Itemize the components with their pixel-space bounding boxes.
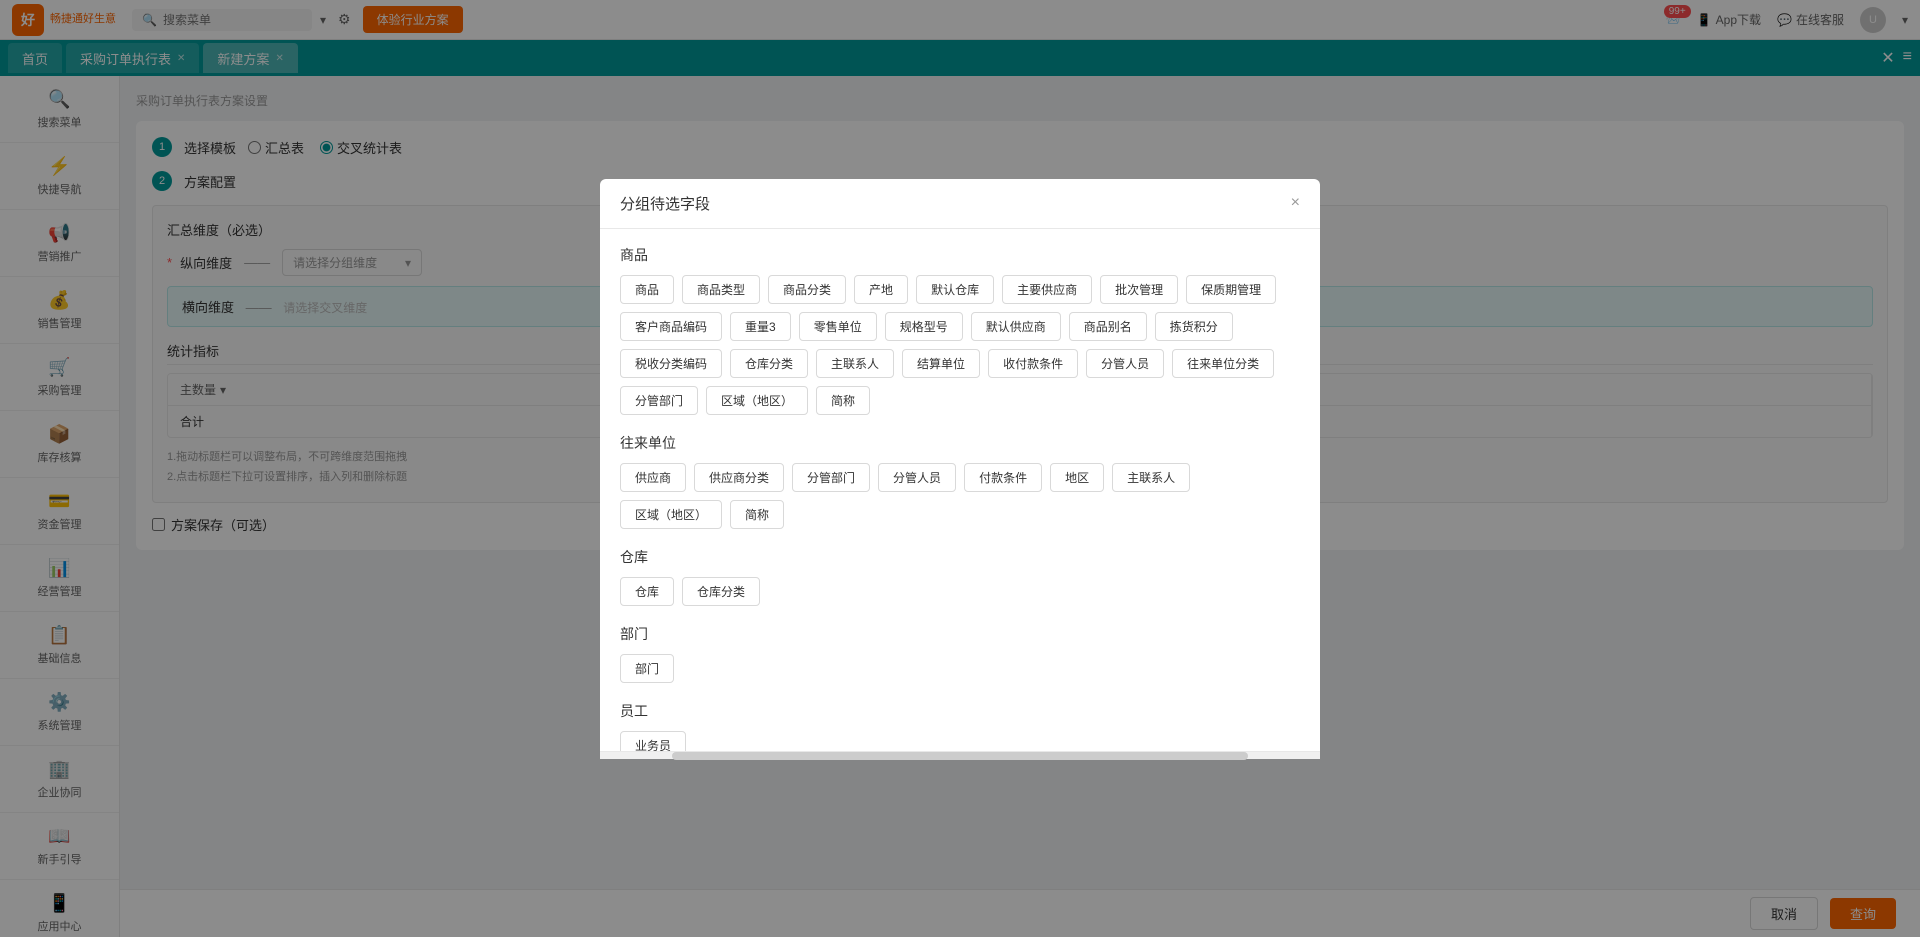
field-tag[interactable]: 供应商分类 xyxy=(694,463,784,492)
field-tag[interactable]: 商品类型 xyxy=(682,275,760,304)
field-tag[interactable]: 分管人员 xyxy=(878,463,956,492)
field-tag[interactable]: 商品别名 xyxy=(1069,312,1147,341)
field-tag[interactable]: 地区 xyxy=(1050,463,1104,492)
field-tag[interactable]: 默认供应商 xyxy=(971,312,1061,341)
field-tag[interactable]: 业务员 xyxy=(620,731,686,751)
field-tag[interactable]: 客户商品编码 xyxy=(620,312,722,341)
category-warehouse-title: 仓库 xyxy=(620,547,1300,567)
category-employee-tags: 业务员 xyxy=(620,731,1300,751)
field-tag[interactable]: 规格型号 xyxy=(885,312,963,341)
field-tag[interactable]: 仓库 xyxy=(620,577,674,606)
category-partner-title: 往来单位 xyxy=(620,433,1300,453)
category-partner-tags: 供应商 供应商分类 分管部门 分管人员 付款条件 地区 主联系人 区域（地区） … xyxy=(620,463,1300,529)
modal-overlay: 分组待选字段 × 商品 商品 商品类型 商品分类 产地 默认仓库 主要供应商 批… xyxy=(0,0,1920,937)
field-tag[interactable]: 产地 xyxy=(854,275,908,304)
category-department-tags: 部门 xyxy=(620,654,1300,683)
field-tag[interactable]: 区域（地区） xyxy=(706,386,808,415)
field-tag[interactable]: 简称 xyxy=(816,386,870,415)
field-tag[interactable]: 付款条件 xyxy=(964,463,1042,492)
modal-header: 分组待选字段 × xyxy=(600,179,1320,229)
category-department: 部门 部门 xyxy=(620,624,1300,683)
field-tag[interactable]: 分管部门 xyxy=(792,463,870,492)
field-tag[interactable]: 供应商 xyxy=(620,463,686,492)
category-employee: 员工 业务员 xyxy=(620,701,1300,751)
modal-title: 分组待选字段 xyxy=(620,193,710,214)
field-tag[interactable]: 重量3 xyxy=(730,312,791,341)
field-tag[interactable]: 往来单位分类 xyxy=(1172,349,1274,378)
field-tag[interactable]: 部门 xyxy=(620,654,674,683)
field-tag[interactable]: 仓库分类 xyxy=(730,349,808,378)
modal-hscroll[interactable] xyxy=(600,751,1320,759)
field-tag[interactable]: 主要供应商 xyxy=(1002,275,1092,304)
category-goods-tags: 商品 商品类型 商品分类 产地 默认仓库 主要供应商 批次管理 保质期管理 客户… xyxy=(620,275,1300,415)
category-partner: 往来单位 供应商 供应商分类 分管部门 分管人员 付款条件 地区 主联系人 区域… xyxy=(620,433,1300,529)
field-tag[interactable]: 收付款条件 xyxy=(988,349,1078,378)
field-tag[interactable]: 简称 xyxy=(730,500,784,529)
category-department-title: 部门 xyxy=(620,624,1300,644)
category-goods-title: 商品 xyxy=(620,245,1300,265)
category-warehouse-tags: 仓库 仓库分类 xyxy=(620,577,1300,606)
field-tag[interactable]: 结算单位 xyxy=(902,349,980,378)
field-tag[interactable]: 零售单位 xyxy=(799,312,877,341)
field-tag[interactable]: 税收分类编码 xyxy=(620,349,722,378)
field-tag[interactable]: 商品分类 xyxy=(768,275,846,304)
field-tag[interactable]: 分管部门 xyxy=(620,386,698,415)
modal-body: 商品 商品 商品类型 商品分类 产地 默认仓库 主要供应商 批次管理 保质期管理… xyxy=(600,229,1320,751)
field-tag[interactable]: 主联系人 xyxy=(1112,463,1190,492)
field-tag[interactable]: 保质期管理 xyxy=(1186,275,1276,304)
modal-hscroll-thumb xyxy=(672,752,1248,760)
field-tag[interactable]: 默认仓库 xyxy=(916,275,994,304)
modal-dialog: 分组待选字段 × 商品 商品 商品类型 商品分类 产地 默认仓库 主要供应商 批… xyxy=(600,179,1320,759)
field-tag[interactable]: 仓库分类 xyxy=(682,577,760,606)
field-tag[interactable]: 批次管理 xyxy=(1100,275,1178,304)
modal-close-btn[interactable]: × xyxy=(1291,194,1300,212)
field-tag[interactable]: 区域（地区） xyxy=(620,500,722,529)
field-tag[interactable]: 主联系人 xyxy=(816,349,894,378)
category-employee-title: 员工 xyxy=(620,701,1300,721)
field-tag[interactable]: 拣货积分 xyxy=(1155,312,1233,341)
category-goods: 商品 商品 商品类型 商品分类 产地 默认仓库 主要供应商 批次管理 保质期管理… xyxy=(620,245,1300,415)
field-tag[interactable]: 分管人员 xyxy=(1086,349,1164,378)
category-warehouse: 仓库 仓库 仓库分类 xyxy=(620,547,1300,606)
field-tag[interactable]: 商品 xyxy=(620,275,674,304)
